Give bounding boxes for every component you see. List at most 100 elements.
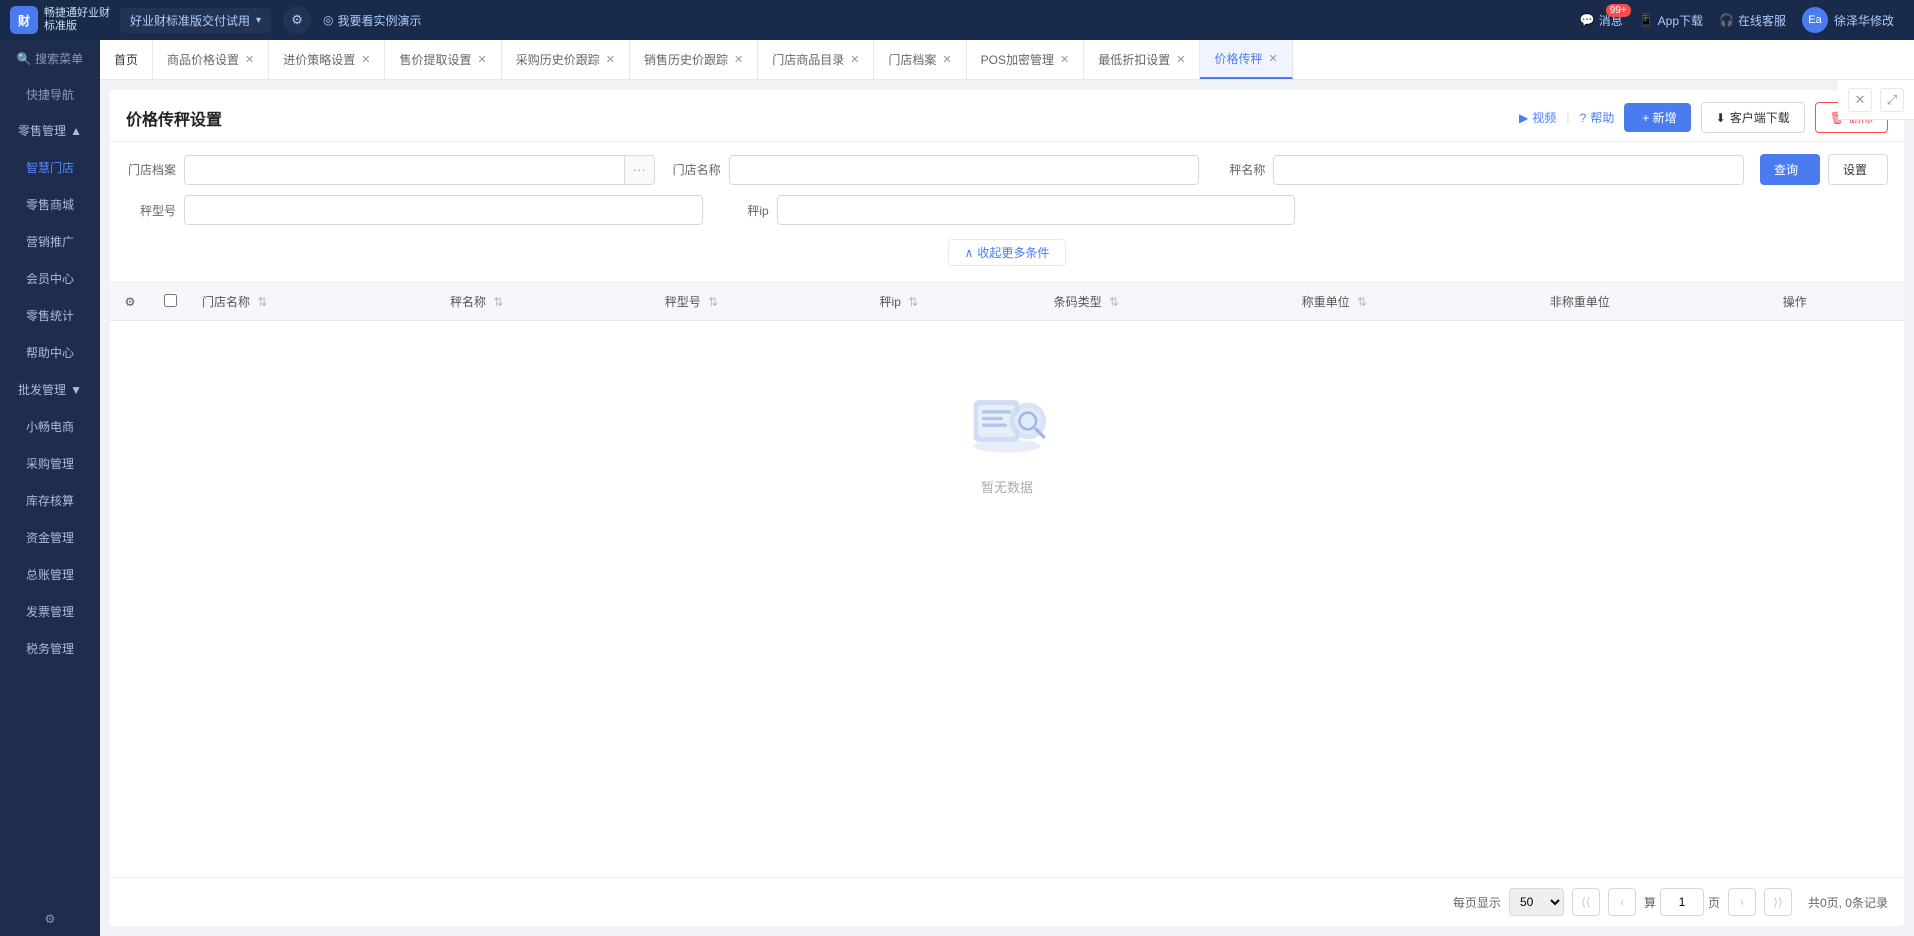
- tab-min-discount[interactable]: 最低折扣设置 ✕: [1084, 40, 1200, 79]
- th-non-weight-unit: 非称重单位: [1538, 283, 1771, 321]
- th-settings[interactable]: ⚙: [110, 283, 150, 321]
- sidebar-item-help-center[interactable]: 帮助中心: [0, 334, 100, 371]
- th-scale-ip: 秤ip ⇅: [868, 283, 1042, 321]
- app-download-btn[interactable]: 📱 App下载: [1639, 12, 1703, 29]
- play-icon: ▶: [1519, 111, 1528, 125]
- sidebar-item-inventory[interactable]: 库存核算: [0, 482, 100, 519]
- settings-btn[interactable]: ⚙: [283, 6, 311, 34]
- search-form: 门店档案 ··· 门店名称 秤名称: [110, 142, 1904, 283]
- select-all-checkbox[interactable]: [164, 294, 177, 307]
- settings-button[interactable]: 设置: [1828, 154, 1888, 185]
- user-menu[interactable]: Ea 徐泽华修改: [1802, 7, 1894, 33]
- page-size-label: 每页显示: [1453, 894, 1501, 911]
- store-file-input[interactable]: [184, 155, 624, 185]
- scale-model-group: 秤型号: [126, 195, 703, 225]
- th-checkbox[interactable]: [150, 283, 190, 321]
- tab-purchase-history[interactable]: 采购历史价跟踪 ✕: [502, 40, 630, 79]
- page-first-btn[interactable]: ⟨⟨: [1572, 888, 1600, 916]
- sidebar-item-marketing[interactable]: 营销推广: [0, 223, 100, 260]
- page-prev-btn[interactable]: ‹: [1608, 888, 1636, 916]
- message-icon: 💬: [1580, 13, 1595, 27]
- tab-close-store-catalog[interactable]: ✕: [850, 53, 859, 66]
- sidebar-item-wholesale-mgmt[interactable]: 批发管理 ▼: [0, 371, 100, 408]
- tab-close-store-file[interactable]: ✕: [942, 53, 951, 66]
- sidebar-item-smart-shop[interactable]: 智慧门店: [0, 149, 100, 186]
- store-file-group: 门店档案 ···: [126, 155, 655, 185]
- sidebar-settings-btn[interactable]: ⚙: [0, 902, 100, 936]
- page-info: 算 页: [1644, 888, 1720, 916]
- collapse-row: ∧ 收起更多条件: [126, 235, 1888, 270]
- add-button[interactable]: + 新增: [1624, 103, 1690, 132]
- tab-close-min-discount[interactable]: ✕: [1176, 53, 1185, 66]
- download-client-button[interactable]: ⬇ 客户端下载: [1701, 102, 1805, 133]
- tab-pos-encryption[interactable]: POS加密管理 ✕: [967, 40, 1085, 79]
- help-link[interactable]: ? 帮助: [1580, 109, 1615, 126]
- empty-state: 暂无数据: [110, 321, 1904, 556]
- total-info: 共0页, 0条记录: [1808, 894, 1888, 911]
- th-weight-unit: 称重单位 ⇅: [1290, 283, 1538, 321]
- store-name-label: 门店名称: [671, 161, 721, 178]
- sidebar-item-retail-stats[interactable]: 零售统计: [0, 297, 100, 334]
- sidebar-item-member-center[interactable]: 会员中心: [0, 260, 100, 297]
- tab-close-price-scale[interactable]: ✕: [1268, 52, 1277, 65]
- tab-close-sale-history[interactable]: ✕: [734, 53, 743, 66]
- sidebar-item-xiaochang-ecom[interactable]: 小畅电商: [0, 408, 100, 445]
- page-number-input[interactable]: [1660, 888, 1704, 916]
- tab-purchase-strategy[interactable]: 进价策略设置 ✕: [269, 40, 385, 79]
- sort-icon: ⇅: [1109, 295, 1119, 309]
- scale-name-group: 秤名称: [1215, 155, 1744, 185]
- tab-close-purchase-history[interactable]: ✕: [606, 53, 615, 66]
- tab-price-scale[interactable]: 价格传秤 ✕: [1200, 40, 1292, 79]
- page-last-btn[interactable]: ⟩⟩: [1764, 888, 1792, 916]
- page-inner: 价格传秤设置 ▶ 视频 | ? 帮助 + 新增: [110, 90, 1904, 926]
- tab-sale-extraction[interactable]: 售价提取设置 ✕: [385, 40, 501, 79]
- message-btn[interactable]: 💬 消息 99+: [1580, 12, 1623, 29]
- tab-close-all-btn[interactable]: ✕: [1848, 88, 1872, 112]
- tab-store-catalog[interactable]: 门店商品目录 ✕: [758, 40, 874, 79]
- scale-ip-input[interactable]: [777, 195, 1296, 225]
- scale-name-label: 秤名称: [1215, 161, 1265, 178]
- store-name-input[interactable]: [729, 155, 1200, 185]
- scale-model-input[interactable]: [184, 195, 703, 225]
- demo-link[interactable]: ◎ 我要看实例演示: [323, 12, 422, 29]
- version-selector[interactable]: 好业财标准版交付试用 ▾: [120, 8, 271, 33]
- sidebar-item-purchase-mgmt[interactable]: 采购管理: [0, 445, 100, 482]
- query-button[interactable]: 查询: [1760, 154, 1820, 185]
- tab-expand-btn[interactable]: ⤢: [1880, 88, 1904, 112]
- page-next-btn[interactable]: ›: [1728, 888, 1756, 916]
- pagination-bar: 每页显示 10 20 50 100 ⟨⟨ ‹ 算 页 › ⟩⟩: [110, 877, 1904, 926]
- online-service-btn[interactable]: 🎧 在线客服: [1719, 12, 1786, 29]
- app-logo: 财 畅捷通好业财标准版: [10, 6, 110, 34]
- play-icon: ◎: [323, 13, 333, 27]
- download-icon: 📱: [1639, 13, 1654, 27]
- tab-close-pos-encryption[interactable]: ✕: [1060, 53, 1069, 66]
- sidebar-item-retail-mgmt[interactable]: 零售管理 ▲: [0, 112, 100, 149]
- tab-sale-history[interactable]: 销售历史价跟踪 ✕: [630, 40, 758, 79]
- tab-commodity-price[interactable]: 商品价格设置 ✕: [153, 40, 269, 79]
- arrow-down-icon: ▼: [70, 383, 82, 397]
- tab-bar: 首页 商品价格设置 ✕ 进价策略设置 ✕ 售价提取设置 ✕ 采购历史价跟踪 ✕: [100, 40, 1914, 80]
- sidebar-item-invoice-mgmt[interactable]: 发票管理: [0, 593, 100, 630]
- collapse-btn[interactable]: ∧ 收起更多条件: [948, 239, 1067, 266]
- tab-home[interactable]: 首页: [100, 40, 153, 79]
- sort-icon: ⇅: [1357, 295, 1367, 309]
- tab-close-commodity-price[interactable]: ✕: [245, 53, 254, 66]
- video-link[interactable]: ▶ 视频: [1519, 109, 1556, 126]
- page-size-select[interactable]: 10 20 50 100: [1509, 888, 1564, 916]
- tab-store-file[interactable]: 门店档案 ✕: [874, 40, 966, 79]
- tab-close-purchase-strategy[interactable]: ✕: [361, 53, 370, 66]
- sidebar-item-tax-mgmt[interactable]: 税务管理: [0, 630, 100, 667]
- store-file-dotbtn[interactable]: ···: [624, 155, 655, 185]
- sidebar-item-general-ledger[interactable]: 总账管理: [0, 556, 100, 593]
- sidebar-item-retail-mall[interactable]: 零售商城: [0, 186, 100, 223]
- scale-name-input[interactable]: [1273, 155, 1744, 185]
- page-actions: ▶ 视频 | ? 帮助 + 新增 ⬇: [1519, 102, 1888, 133]
- tab-close-sale-extraction[interactable]: ✕: [478, 53, 487, 66]
- sidebar-search[interactable]: 🔍 搜索菜单: [0, 40, 100, 78]
- scale-model-label: 秤型号: [126, 202, 176, 219]
- sort-icon: ⇅: [257, 295, 267, 309]
- header-right: 💬 消息 99+ 📱 App下载 🎧 在线客服 Ea 徐泽华修改: [1580, 7, 1904, 33]
- sidebar-quick-nav[interactable]: 快捷导航: [0, 78, 100, 112]
- sidebar-item-fund-mgmt[interactable]: 资金管理: [0, 519, 100, 556]
- gear-icon: ⚙: [291, 12, 303, 28]
